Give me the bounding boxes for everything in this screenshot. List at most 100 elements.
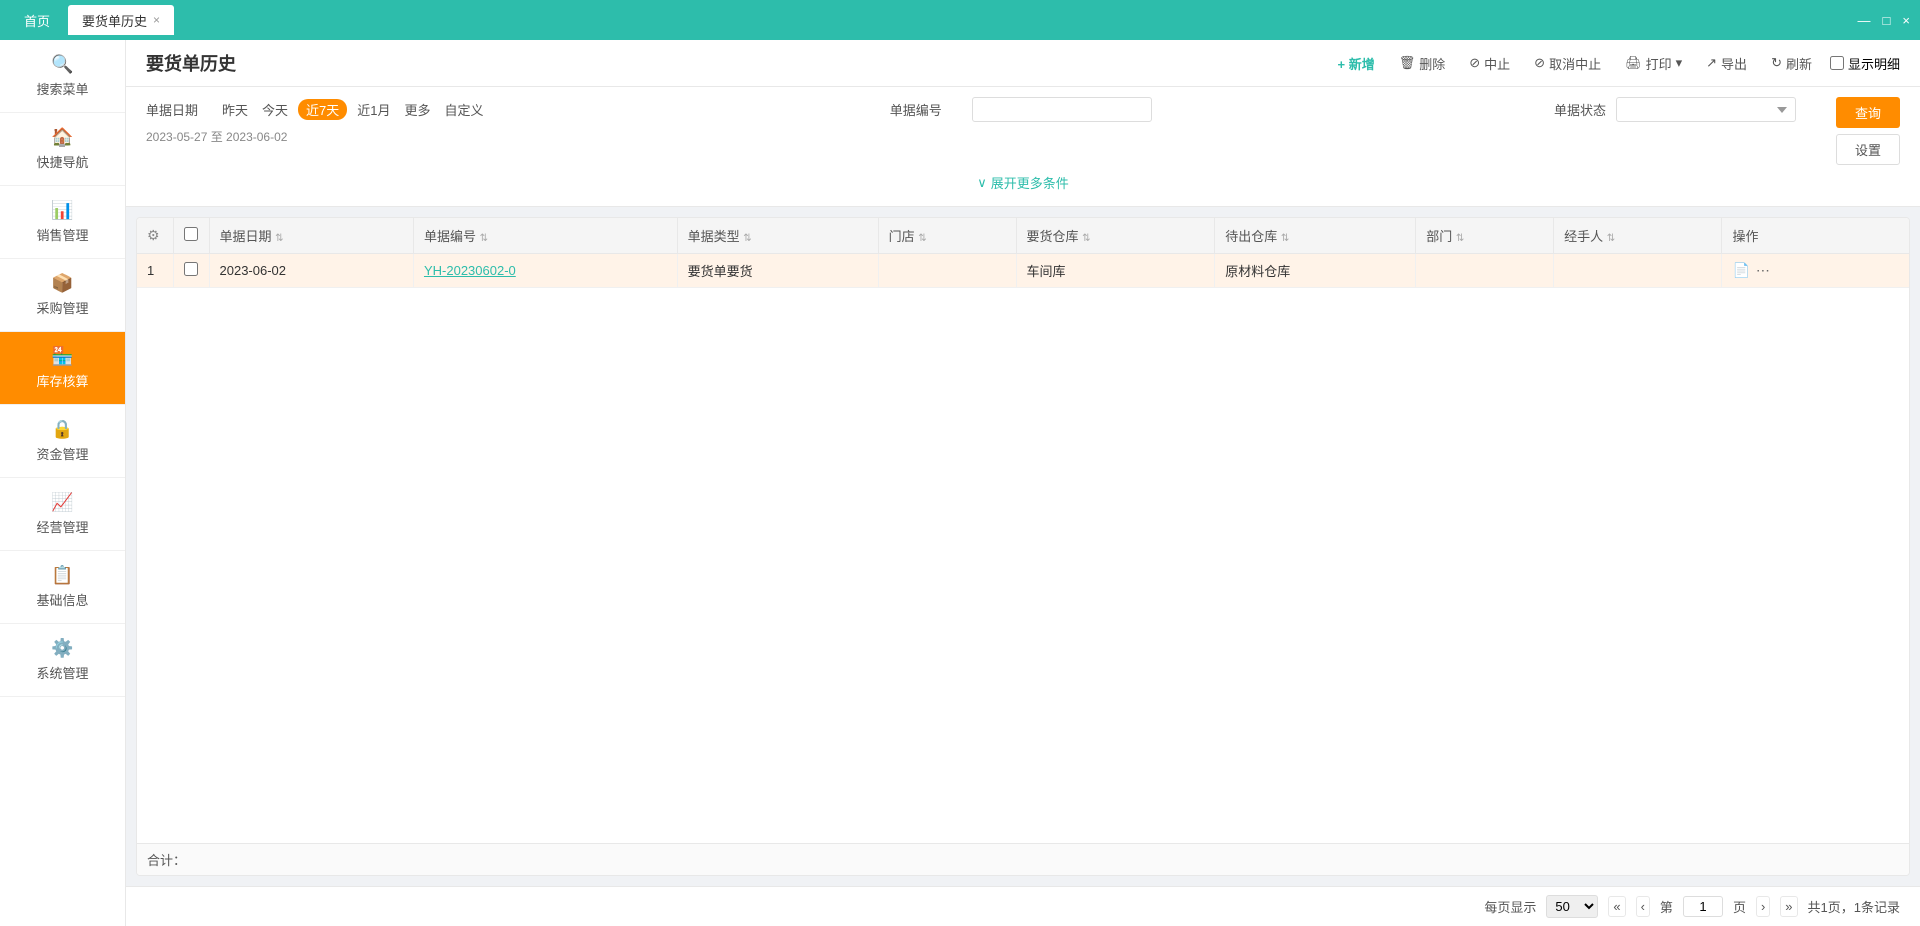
shortcut-yesterday[interactable]: 昨天 [218,99,252,120]
print-button[interactable]: 🖨 打印 ▾ [1619,52,1688,75]
row-more-btn[interactable]: ⋯ [1756,262,1770,279]
tab-active-label: 要货单历史 [82,11,147,30]
docno-link[interactable]: YH-20230602-0 [424,263,516,278]
next-page-btn[interactable]: › [1756,896,1770,917]
cell-no: 1 [137,254,173,288]
page-input[interactable] [1683,896,1723,917]
first-page-btn[interactable]: « [1608,896,1625,917]
cancel-stop-button[interactable]: ⊘ 取消中止 [1528,52,1607,75]
row-actions: 📄 ⋯ [1732,262,1899,279]
sidebar-label-search: 搜索菜单 [36,79,88,98]
th-reqwarehouse: 要货仓库 ⇅ [1016,218,1215,254]
status-filter-label: 单据状态 [1554,100,1606,119]
trending-icon: 📈 [51,492,73,513]
sort-docno-icon[interactable]: ⇅ [480,233,488,244]
expand-more-btn[interactable]: ∨ 展开更多条件 [977,169,1069,196]
delete-button[interactable]: 🗑 删除 [1393,52,1452,75]
data-table: ⚙ 单据日期 ⇅ 单据编号 ⇅ [137,218,1909,288]
sidebar-item-sales[interactable]: 📊 销售管理 [0,186,125,259]
th-waitwarehouse-label: 待出仓库 [1225,229,1277,244]
gear-icon: ⚙️ [51,638,73,659]
sidebar-label-quick-nav: 快捷导航 [36,152,88,171]
delete-button-label: 删除 [1419,54,1445,73]
table-header-row: ⚙ 单据日期 ⇅ 单据编号 ⇅ [137,218,1909,254]
th-gear[interactable]: ⚙ [137,218,173,254]
stop-icon: ⊘ [1469,55,1480,71]
date-range-display: 2023-05-27 至 2023-06-02 [146,128,287,145]
main-layout: 🔍 搜索菜单 🏠 快捷导航 📊 销售管理 📦 采购管理 🏪 库存核算 🔒 资金管… [0,40,1920,926]
sort-handler-icon[interactable]: ⇅ [1607,233,1615,244]
content-area: 要货单历史 + 新增 🗑 删除 ⊘ 中止 ⊘ 取消中止 🖨 [126,40,1920,926]
sidebar-item-purchase[interactable]: 📦 采购管理 [0,259,125,332]
store-icon: 🏪 [51,346,73,367]
sidebar: 🔍 搜索菜单 🏠 快捷导航 📊 销售管理 📦 采购管理 🏪 库存核算 🔒 资金管… [0,40,126,926]
shortcut-more[interactable]: 更多 [401,99,435,120]
tab-home[interactable]: 首页 [10,5,64,35]
shortcut-custom[interactable]: 自定义 [441,99,488,120]
sidebar-item-basic[interactable]: 📋 基础信息 [0,551,125,624]
cell-checkbox[interactable] [173,254,209,288]
sidebar-label-purchase: 采购管理 [36,298,88,317]
query-button[interactable]: 查询 [1836,97,1900,128]
cell-actions: 📄 ⋯ [1722,254,1909,288]
tab-close-icon[interactable]: × [153,13,160,27]
th-reqwarehouse-label: 要货仓库 [1027,229,1079,244]
window-restore-btn[interactable]: □ [1883,13,1891,28]
sort-waitwarehouse-icon[interactable]: ⇅ [1281,233,1289,244]
stop-button[interactable]: ⊘ 中止 [1463,52,1516,75]
sidebar-item-operation[interactable]: 📈 经营管理 [0,478,125,551]
sidebar-item-system[interactable]: ⚙️ 系统管理 [0,624,125,697]
gear-settings-icon[interactable]: ⚙ [147,227,160,243]
print-dropdown-icon: ▾ [1676,55,1683,71]
docno-filter-input[interactable] [972,97,1152,122]
tab-active[interactable]: 要货单历史 × [68,5,174,35]
cell-docno[interactable]: YH-20230602-0 [413,254,677,288]
settings-button[interactable]: 设置 [1836,134,1900,165]
per-page-select[interactable]: 50 100 [1546,895,1598,918]
th-docno-label: 单据编号 [424,229,476,244]
sort-store-icon[interactable]: ⇅ [918,233,926,244]
export-button-label: 导出 [1721,54,1747,73]
row-edit-btn[interactable]: 📄 [1732,262,1749,279]
sort-date-icon[interactable]: ⇅ [275,233,283,244]
export-button[interactable]: ↗ 导出 [1700,52,1753,75]
sidebar-item-quick-nav[interactable]: 🏠 快捷导航 [0,113,125,186]
window-minimize-btn[interactable]: — [1858,13,1871,28]
action-buttons: 查询 设置 [1836,97,1900,165]
cell-reqwarehouse: 车间库 [1016,254,1215,288]
sidebar-label-sales: 销售管理 [36,225,88,244]
shortcut-7days[interactable]: 近7天 [298,99,347,120]
sidebar-item-search[interactable]: 🔍 搜索菜单 [0,40,125,113]
th-doctype: 单据类型 ⇅ [677,218,878,254]
shortcut-1month[interactable]: 近1月 [353,99,394,120]
sort-reqwarehouse-icon[interactable]: ⇅ [1082,233,1090,244]
shortcut-today[interactable]: 今天 [258,99,292,120]
th-dept-label: 部门 [1426,229,1452,244]
sidebar-item-inventory[interactable]: 🏪 库存核算 [0,332,125,405]
page-label-after: 页 [1733,897,1746,916]
prev-page-btn[interactable]: ‹ [1636,896,1650,917]
sidebar-item-finance[interactable]: 🔒 资金管理 [0,405,125,478]
status-filter-select[interactable] [1616,97,1796,122]
window-close-btn[interactable]: × [1902,13,1910,28]
page-title: 要货单历史 [146,50,236,76]
display-detail-input[interactable] [1830,56,1844,70]
delete-icon: 🗑 [1399,55,1416,71]
new-button[interactable]: + 新增 [1331,52,1380,75]
table-footer: 合计： [137,843,1909,875]
sidebar-label-finance: 资金管理 [36,444,88,463]
total-info: 共1页，1条记录 [1808,897,1900,916]
new-button-label: + 新增 [1337,54,1374,73]
chevron-down-icon: ∨ [977,175,987,191]
sort-doctype-icon[interactable]: ⇅ [743,233,751,244]
page-label-before: 第 [1660,897,1673,916]
table-row: 1 2023-06-02 YH-20230602-0 要货单要货 车间库 原材料… [137,254,1909,288]
display-detail-checkbox[interactable]: 显示明细 [1830,54,1900,73]
select-all-checkbox[interactable] [184,227,198,241]
refresh-button[interactable]: ↻ 刷新 [1765,52,1818,75]
sort-dept-icon[interactable]: ⇅ [1456,233,1464,244]
sidebar-label-basic: 基础信息 [36,590,88,609]
print-button-label: 打印 [1646,54,1672,73]
last-page-btn[interactable]: » [1780,896,1797,917]
row-checkbox[interactable] [184,262,198,276]
